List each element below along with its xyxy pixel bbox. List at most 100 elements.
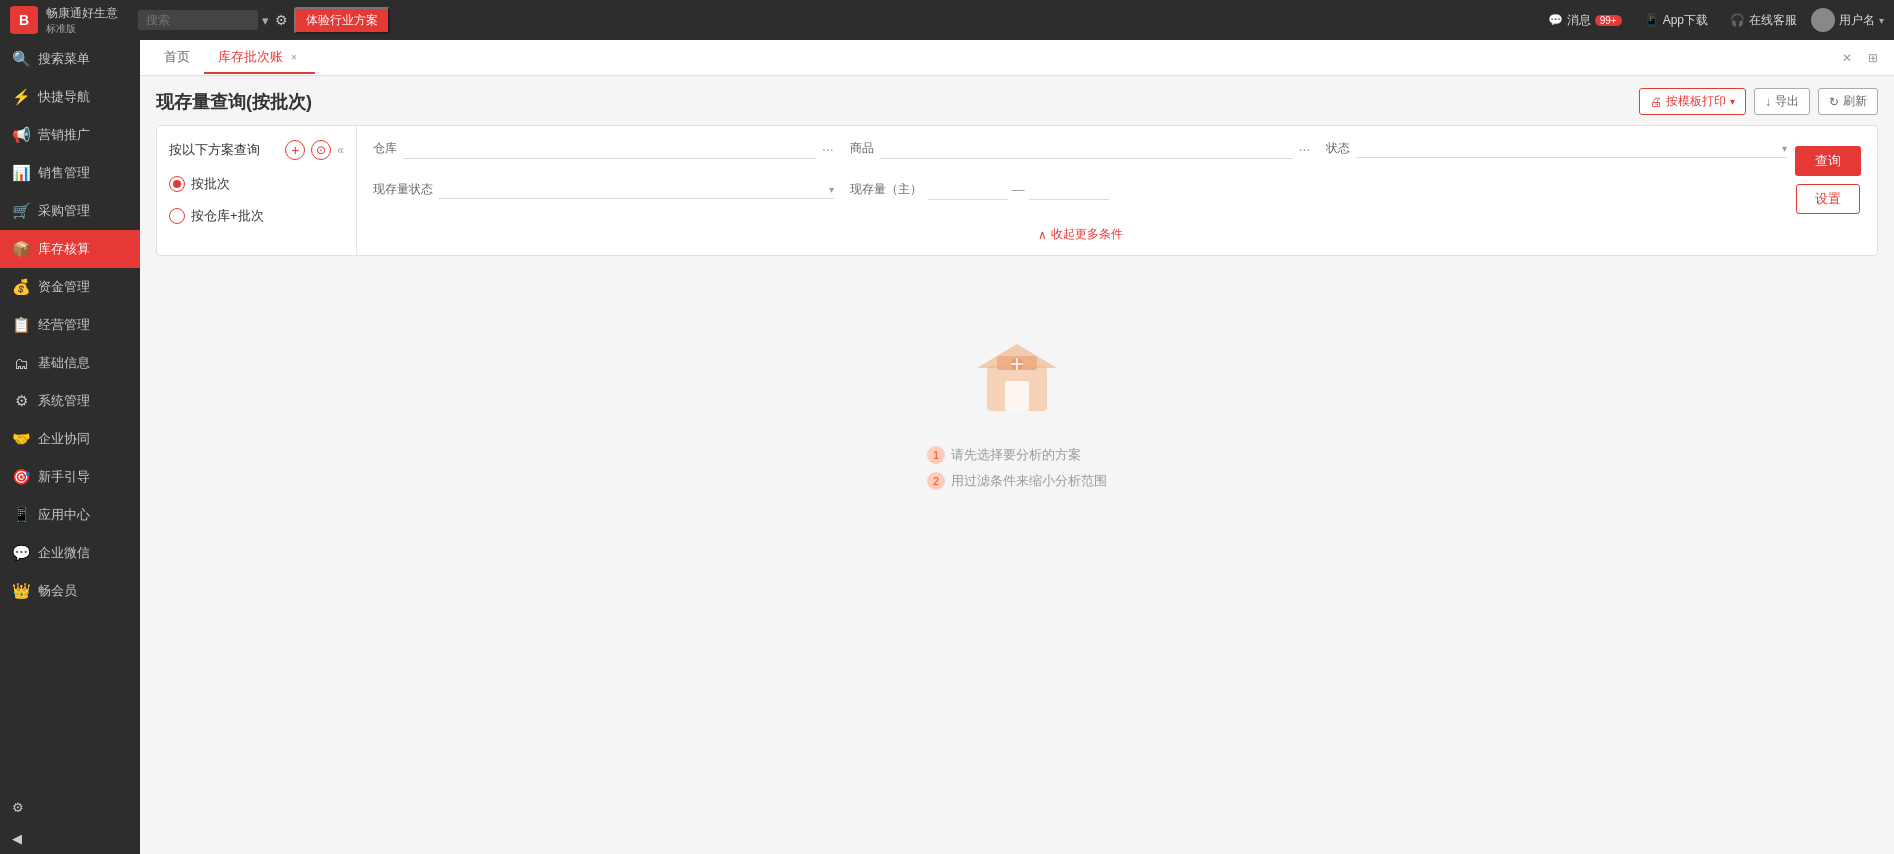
scheme-dot-warehouse	[169, 208, 185, 224]
scheme-panel: 按以下方案查询 + ⊙ « 按批次	[157, 126, 357, 255]
system-icon: ⚙	[12, 392, 30, 410]
sidebar-apps-label: 应用中心	[38, 506, 90, 524]
messages-label: 消息	[1567, 12, 1591, 29]
filter-row-2: 现存量状态 ▾ 现存量（主）	[373, 179, 1787, 200]
app-download-nav-item[interactable]: 📱 App下载	[1636, 9, 1716, 32]
page-header: 现存量查询(按批次) 🖨 按模板打印 ▾ ↓ 导出 ↻ 刷新	[156, 88, 1878, 115]
sidebar-sales-label: 销售管理	[38, 164, 90, 182]
scheme-collapse-button[interactable]: «	[337, 143, 344, 157]
tip-text-2: 用过滤条件来缩小分析范围	[951, 472, 1107, 490]
messages-nav-item[interactable]: 💬 消息 99+	[1540, 9, 1630, 32]
topbar-gear-icon[interactable]: ⚙	[269, 9, 294, 31]
wechat-icon: 💬	[12, 544, 30, 562]
sidebar-item-sales[interactable]: 📊 销售管理	[0, 154, 140, 192]
topbar-nav: 💬 消息 99+ 📱 App下载 🎧 在线客服 用户名 ▾	[1540, 8, 1884, 32]
global-search-input[interactable]	[138, 10, 258, 30]
status-label: 状态	[1326, 140, 1350, 157]
scheme-item-warehouse-batch[interactable]: 按仓库+批次	[157, 200, 356, 232]
sidebar-item-inventory[interactable]: 📦 库存核算	[0, 230, 140, 268]
sidebar-marketing-label: 营销推广	[38, 126, 90, 144]
tab-inventory-batch[interactable]: 库存批次账 ×	[204, 42, 315, 74]
print-icon: 🖨	[1650, 95, 1662, 109]
filter-row-1: 仓库 ··· 商品 ···	[373, 138, 1787, 159]
dropdown-chevron-icon[interactable]: ▾	[262, 13, 269, 28]
stock-qty-max-input[interactable]	[1029, 179, 1109, 200]
sidebar-item-apps[interactable]: 📱 应用中心	[0, 496, 140, 534]
scheme-settings-button[interactable]: ⊙	[311, 140, 331, 160]
sidebar-item-enterprise[interactable]: 🤝 企业协同	[0, 420, 140, 458]
settings-icon: ⚙	[12, 800, 24, 815]
template-print-button[interactable]: 🖨 按模板打印 ▾	[1639, 88, 1746, 115]
sidebar-guide-label: 新手引导	[38, 468, 90, 486]
product-input[interactable]	[880, 138, 1293, 159]
sidebar-search-label: 搜索菜单	[38, 50, 90, 68]
sidebar-member-label: 畅会员	[38, 582, 77, 600]
app-edition: 标准版	[46, 22, 122, 36]
headset-icon: 🎧	[1730, 13, 1745, 27]
sidebar-item-wechat[interactable]: 💬 企业微信	[0, 534, 140, 572]
filter-product-group: 商品 ···	[850, 138, 1311, 159]
page-header-actions: 🖨 按模板打印 ▾ ↓ 导出 ↻ 刷新	[1639, 88, 1878, 115]
trial-button[interactable]: 体验行业方案	[294, 7, 390, 34]
refresh-button[interactable]: ↻ 刷新	[1818, 88, 1878, 115]
sidebar-item-purchase[interactable]: 🛒 采购管理	[0, 192, 140, 230]
finance-icon: 💰	[12, 278, 30, 296]
online-service-nav-item[interactable]: 🎧 在线客服	[1722, 9, 1805, 32]
empty-tip-1: 1 请先选择要分析的方案	[927, 446, 1107, 464]
sidebar-item-operations[interactable]: 📋 经营管理	[0, 306, 140, 344]
export-button[interactable]: ↓ 导出	[1754, 88, 1810, 115]
stock-qty-min-input[interactable]	[928, 179, 1008, 200]
app-logo: B	[10, 6, 38, 34]
messages-badge: 99+	[1595, 15, 1622, 26]
page-content: 现存量查询(按批次) 🖨 按模板打印 ▾ ↓ 导出 ↻ 刷新	[140, 76, 1894, 854]
query-button[interactable]: 查询	[1795, 146, 1861, 176]
stock-status-chevron-icon: ▾	[829, 184, 834, 195]
phone-icon: 📱	[1644, 13, 1659, 27]
apps-icon: 📱	[12, 506, 30, 524]
scheme-header: 按以下方案查询 + ⊙ «	[157, 136, 356, 168]
sidebar-basic-label: 基础信息	[38, 354, 90, 372]
collapse-icon: ◀	[12, 831, 22, 846]
search-icon: 🔍	[12, 50, 30, 68]
sidebar-collapse-item[interactable]: ◀	[0, 823, 140, 854]
filter-warehouse-group: 仓库 ···	[373, 138, 834, 159]
sidebar-item-guide[interactable]: 🎯 新手引导	[0, 458, 140, 496]
sidebar-item-basic[interactable]: 🗂 基础信息	[0, 344, 140, 382]
page-title: 现存量查询(按批次)	[156, 90, 312, 114]
main-layout: 🔍 搜索菜单 ⚡ 快捷导航 📢 营销推广 📊 销售管理 🛒 采购管理 📦 库存核…	[0, 40, 1894, 854]
product-more-icon[interactable]: ···	[1299, 141, 1311, 157]
warehouse-input[interactable]	[403, 138, 816, 159]
tab-expand-icon[interactable]: ⊞	[1862, 49, 1884, 67]
stock-status-select[interactable]: ▾	[439, 181, 834, 199]
sidebar-settings-item[interactable]: ⚙	[0, 792, 140, 823]
settings-button[interactable]: 设置	[1796, 184, 1860, 214]
refresh-icon: ↻	[1829, 95, 1839, 109]
filter-collapse-label: 收起更多条件	[1051, 226, 1123, 243]
tab-bar: 首页 库存批次账 × ✕ ⊞	[140, 40, 1894, 76]
tip-text-1: 请先选择要分析的方案	[951, 446, 1081, 464]
user-area[interactable]: 用户名 ▾	[1811, 8, 1884, 32]
sidebar-item-system[interactable]: ⚙ 系统管理	[0, 382, 140, 420]
filter-collapse-button[interactable]: ∧ 收起更多条件	[373, 226, 1787, 243]
sidebar-bottom: ⚙ ◀	[0, 792, 140, 854]
tab-close-panel-icon[interactable]: ✕	[1836, 49, 1858, 67]
basic-icon: 🗂	[12, 354, 30, 372]
scheme-add-button[interactable]: +	[285, 140, 305, 160]
product-label: 商品	[850, 140, 874, 157]
status-select[interactable]: ▾	[1356, 140, 1787, 158]
sidebar-enterprise-label: 企业协同	[38, 430, 90, 448]
empty-tip-2: 2 用过滤条件来缩小分析范围	[927, 472, 1107, 490]
scheme-item-warehouse-batch-label: 按仓库+批次	[191, 207, 264, 225]
sidebar-item-quick-nav[interactable]: ⚡ 快捷导航	[0, 78, 140, 116]
warehouse-more-icon[interactable]: ···	[822, 141, 834, 157]
member-icon: 👑	[12, 582, 30, 600]
sidebar-item-member[interactable]: 👑 畅会员	[0, 572, 140, 610]
scheme-item-batch[interactable]: 按批次	[157, 168, 356, 200]
tab-close-icon[interactable]: ×	[287, 50, 301, 64]
tab-home[interactable]: 首页	[150, 42, 204, 74]
sidebar-item-search[interactable]: 🔍 搜索菜单	[0, 40, 140, 78]
sidebar-item-finance[interactable]: 💰 资金管理	[0, 268, 140, 306]
sidebar-item-marketing[interactable]: 📢 营销推广	[0, 116, 140, 154]
sidebar-operations-label: 经营管理	[38, 316, 90, 334]
tip-num-1: 1	[927, 446, 945, 464]
